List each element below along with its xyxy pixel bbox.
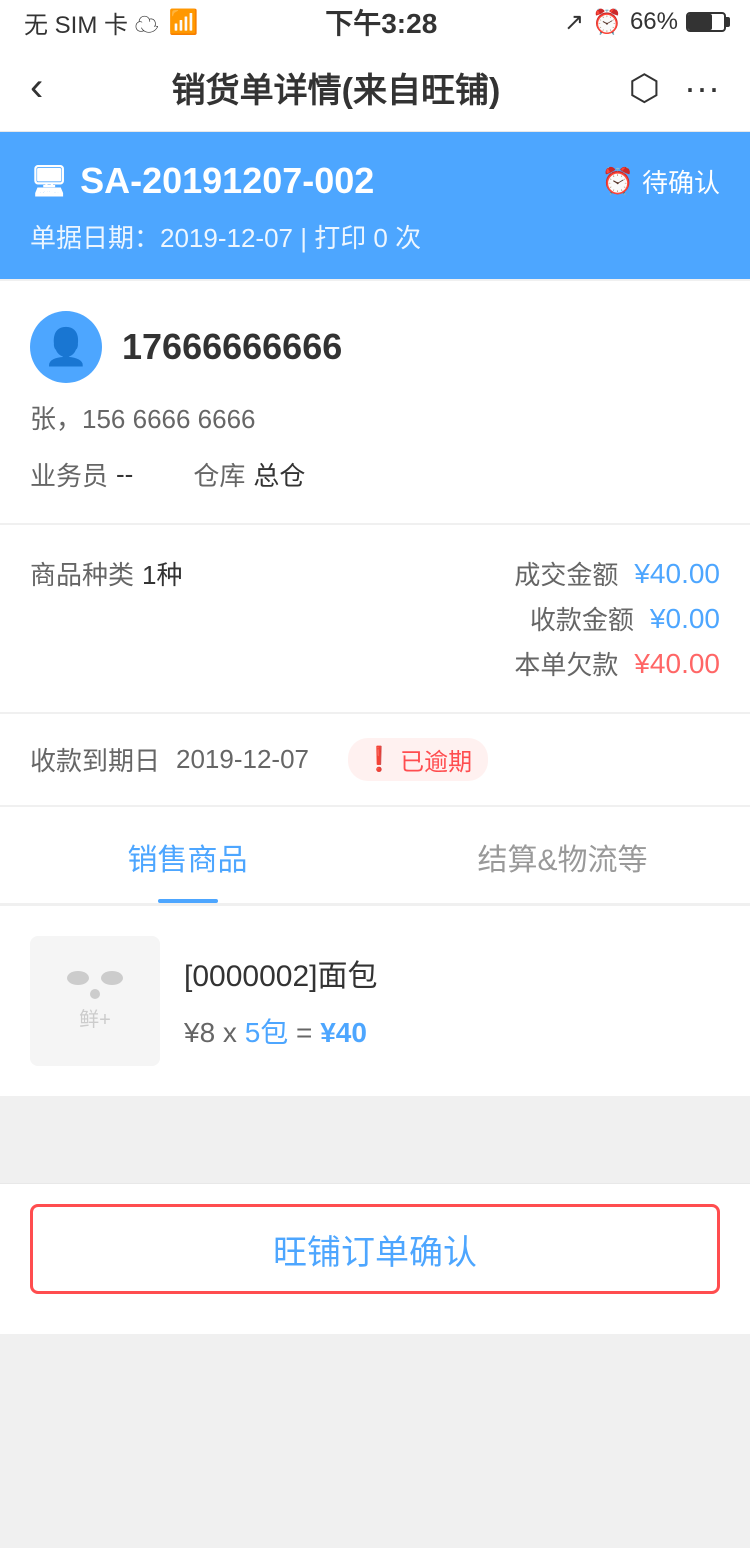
avatar-icon: 👤: [44, 326, 89, 368]
status-time: 下午3:28: [325, 2, 437, 42]
nav-bar: ‹ 销货单详情(来自旺铺) ⬡ ···: [0, 44, 750, 132]
overdue-badge: ❗ 已逾期: [348, 738, 488, 781]
eye-left: [67, 971, 89, 985]
overdue-icon: ❗: [364, 745, 394, 774]
navigation-icon: ↗: [564, 8, 584, 37]
product-type: 商品种类 1种: [30, 555, 182, 592]
back-button[interactable]: ‹: [30, 65, 43, 110]
clock-icon: ⏰: [602, 166, 634, 197]
customer-info-row: 业务员 -- 仓库 总仓: [30, 456, 720, 493]
product-info: [0000002]面包 ¥8 x 5包 = ¥40: [184, 951, 720, 1051]
warehouse-value: 总仓: [253, 456, 305, 493]
order-header-top: 🖥 SA-20191207-002 ⏰ 待确认: [30, 160, 720, 202]
overdue-date-value: 2019-12-07: [176, 744, 309, 775]
alarm-icon: ⏰: [592, 8, 622, 37]
payment-amount: 收款金额 ¥0.00: [530, 600, 720, 637]
payment-value: ¥0.00: [650, 603, 720, 635]
customer-card: 👤 17666666666 张，156 6666 6666 业务员 -- 仓库 …: [0, 281, 750, 523]
product-name: [0000002]面包: [184, 951, 720, 995]
battery-percent: 66%: [630, 8, 678, 36]
customer-phone: 17666666666: [122, 326, 342, 368]
status-right: ↗ ⏰ 66%: [564, 8, 726, 37]
share-icon[interactable]: ⬡: [629, 67, 660, 109]
product-price: ¥8 x 5包 = ¥40: [184, 1011, 720, 1051]
bottom-padding: [0, 1398, 750, 1548]
overdue-text: 已逾期: [400, 742, 472, 777]
summary-row: 商品种类 1种 成交金额 ¥40.00 收款金额 ¥0.00 本单欠款 ¥40.…: [30, 555, 720, 682]
order-id: 🖥 SA-20191207-002: [30, 160, 374, 202]
owed-value: ¥40.00: [634, 648, 720, 680]
status-left: 无 SIM 卡 ☁ 📶: [24, 5, 199, 40]
thumb-nose: [90, 989, 100, 999]
warehouse-label: 仓库: [193, 456, 245, 493]
page-title: 销货单详情(来自旺铺): [172, 63, 501, 112]
owed-amount: 本单欠款 ¥40.00: [514, 645, 720, 682]
tab-settlement[interactable]: 结算&物流等: [375, 807, 750, 903]
product-thumb-inner: 鲜+: [67, 971, 123, 1032]
nav-actions: ⬡ ···: [629, 67, 720, 109]
tabs: 销售商品 结算&物流等: [0, 807, 750, 904]
salesperson-value: --: [116, 459, 133, 490]
bottom-bar: 旺铺订单确认: [0, 1183, 750, 1334]
customer-avatar: 👤: [30, 311, 102, 383]
summary-card: 商品种类 1种 成交金额 ¥40.00 收款金额 ¥0.00 本单欠款 ¥40.…: [0, 525, 750, 712]
order-date: 单据日期：2019-12-07 | 打印 0 次: [30, 218, 720, 255]
overdue-label: 收款到期日: [30, 741, 160, 778]
status-bar: 无 SIM 卡 ☁ 📶 下午3:28 ↗ ⏰ 66%: [0, 0, 750, 44]
product-card: 鲜+ [0000002]面包 ¥8 x 5包 = ¥40: [0, 906, 750, 1096]
customer-name: 张，156 6666 6666: [30, 399, 720, 436]
overdue-card: 收款到期日 2019-12-07 ❗ 已逾期: [0, 714, 750, 805]
price-separator: =: [288, 1017, 320, 1048]
salesperson-label: 业务员: [30, 456, 108, 493]
amounts: 成交金额 ¥40.00 收款金额 ¥0.00 本单欠款 ¥40.00: [514, 555, 720, 682]
order-icon: 🖥: [30, 164, 68, 199]
battery-icon: [686, 12, 726, 32]
product-total: ¥40: [320, 1017, 367, 1048]
product-qty: 5包: [245, 1017, 289, 1048]
customer-top: 👤 17666666666: [30, 311, 720, 383]
overdue-spacer: [325, 744, 332, 775]
tabs-container: 销售商品 结算&物流等: [0, 807, 750, 904]
confirm-order-button[interactable]: 旺铺订单确认: [30, 1204, 720, 1294]
deal-amount: 成交金额 ¥40.00: [514, 555, 720, 592]
order-status: ⏰ 待确认: [602, 163, 720, 200]
eye-right: [101, 971, 123, 985]
tab-sales-products[interactable]: 销售商品: [0, 807, 375, 903]
wifi-icon: 📶: [169, 8, 199, 37]
thumb-eyes: [67, 971, 123, 985]
product-thumbnail: 鲜+: [30, 936, 160, 1066]
order-header: 🖥 SA-20191207-002 ⏰ 待确认 单据日期：2019-12-07 …: [0, 132, 750, 279]
price-value: ¥8 x: [184, 1017, 245, 1048]
thumb-brand: 鲜+: [79, 1003, 111, 1032]
deal-amount-value: ¥40.00: [634, 558, 720, 590]
sim-label: 无 SIM 卡 ☁: [24, 5, 159, 40]
more-icon[interactable]: ···: [684, 67, 720, 109]
